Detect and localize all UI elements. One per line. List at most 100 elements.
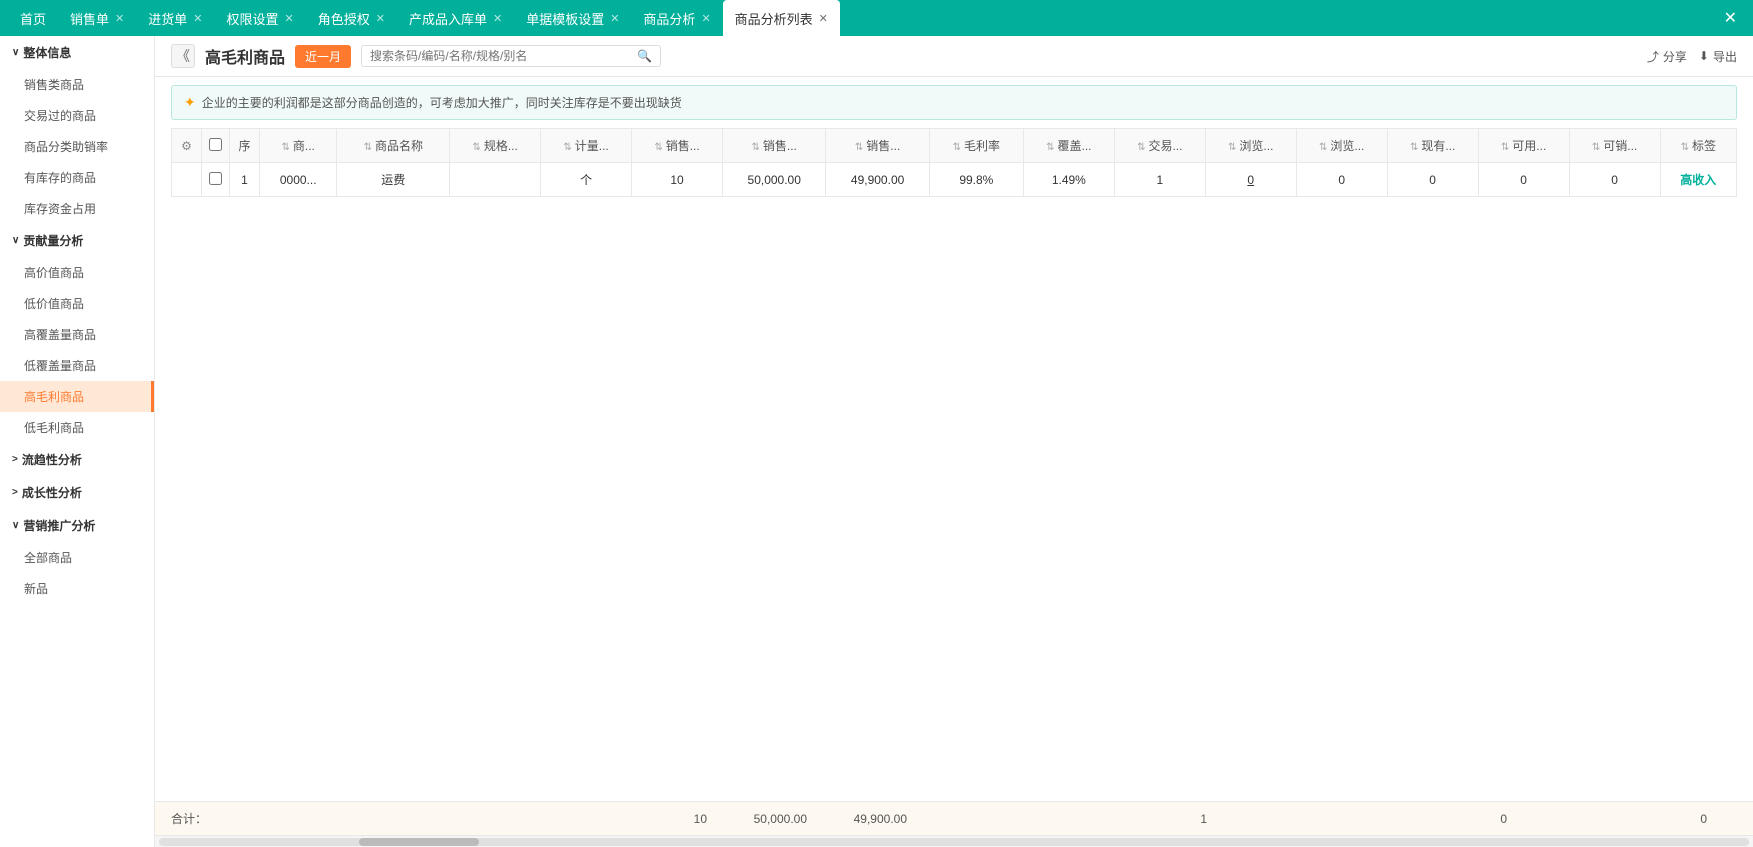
col-coverage[interactable]: 覆盖... xyxy=(1023,129,1114,163)
export-button[interactable]: ⬇ 导出 xyxy=(1699,48,1737,65)
arrow-marketing: ∨ xyxy=(12,520,19,531)
col-gross-rate[interactable]: 毛利率 xyxy=(929,129,1023,163)
footer-sales-cost: 49,900.00 xyxy=(827,812,907,826)
top-navigation: 首页 销售单 ✕ 进货单 ✕ 权限设置 ✕ 角色授权 ✕ 产成品入库单 ✕ 单据… xyxy=(0,0,1753,36)
select-all-checkbox[interactable] xyxy=(209,138,222,151)
content-header: 《 高毛利商品 近一月 🔍 ⤴ 分享 ⬇ 导出 xyxy=(155,36,1753,77)
col-available2[interactable]: 可用... xyxy=(1478,129,1569,163)
footer-trade: 1 xyxy=(1127,812,1207,826)
close-role-tab[interactable]: ✕ xyxy=(376,12,385,25)
col-sales-qty[interactable]: 销售... xyxy=(632,129,723,163)
window-close-button[interactable]: ✕ xyxy=(1716,8,1745,28)
scrollbar-thumb[interactable] xyxy=(359,838,479,846)
cell-code: 0000... xyxy=(260,163,337,197)
nav-product-storage[interactable]: 产成品入库单 ✕ xyxy=(397,0,514,36)
nav-purchase[interactable]: 进货单 ✕ xyxy=(136,0,214,36)
nav-template[interactable]: 单据模板设置 ✕ xyxy=(514,0,631,36)
col-code[interactable]: 商... xyxy=(260,129,337,163)
sidebar-collapse-button[interactable]: 《 xyxy=(171,44,195,68)
info-banner: ✦ 企业的主要的利润都是这部分商品创造的，可考虑加大推广，同时关注库存是不要出现… xyxy=(171,85,1737,120)
cell-tag: 高收入 xyxy=(1660,163,1736,197)
nav-product-analysis[interactable]: 商品分析 ✕ xyxy=(631,0,722,36)
sidebar-group-overall[interactable]: ∨ 整体信息 xyxy=(0,36,154,69)
cell-unit: 个 xyxy=(541,163,632,197)
sidebar-item-low-margin[interactable]: 低毛利商品 xyxy=(0,412,154,443)
col-gear[interactable]: ⚙ xyxy=(172,129,202,163)
search-input[interactable] xyxy=(370,49,637,63)
cell-saleable: 0 xyxy=(1569,163,1660,197)
sidebar-item-in-stock[interactable]: 有库存的商品 xyxy=(0,162,154,193)
scrollbar-track[interactable] xyxy=(159,838,1749,846)
share-button[interactable]: ⤴ 分享 xyxy=(1647,48,1687,65)
col-unit[interactable]: 计量... xyxy=(541,129,632,163)
sidebar-group-marketing[interactable]: ∨ 营销推广分析 xyxy=(0,509,154,542)
table-header-row: ⚙ 序 商... 商品名称 规格... 计量... 销售... 销售... 销售… xyxy=(172,129,1737,163)
arrow-contribution: ∨ xyxy=(12,235,19,246)
sidebar-item-high-value[interactable]: 高价值商品 xyxy=(0,257,154,288)
sidebar-item-low-coverage[interactable]: 低覆盖量商品 xyxy=(0,350,154,381)
footer-summary: 合计： 10 50,000.00 49,900.00 1 0 0 xyxy=(155,801,1753,835)
search-icon[interactable]: 🔍 xyxy=(637,49,652,63)
sidebar-group-trend[interactable]: > 流趋性分析 xyxy=(0,443,154,476)
search-box[interactable]: 🔍 xyxy=(361,45,661,67)
nav-sales[interactable]: 销售单 ✕ xyxy=(58,0,136,36)
sidebar-item-inventory-fund[interactable]: 库存资金占用 xyxy=(0,193,154,224)
col-num: 序 xyxy=(230,129,260,163)
col-checkbox-header[interactable] xyxy=(202,129,230,163)
sidebar-group-contribution[interactable]: ∨ 贡献量分析 xyxy=(0,224,154,257)
nav-permission[interactable]: 权限设置 ✕ xyxy=(214,0,305,36)
sidebar-item-traded-goods[interactable]: 交易过的商品 xyxy=(0,100,154,131)
cell-sales-cost: 49,900.00 xyxy=(826,163,929,197)
footer-sales-amt: 50,000.00 xyxy=(727,812,807,826)
nav-product-analysis-list[interactable]: 商品分析列表 ✕ xyxy=(723,0,840,36)
close-product-analysis-tab[interactable]: ✕ xyxy=(701,12,710,25)
info-icon: ✦ xyxy=(184,94,196,111)
sidebar-item-high-coverage[interactable]: 高覆盖量商品 xyxy=(0,319,154,350)
close-product-storage-tab[interactable]: ✕ xyxy=(493,12,502,25)
col-spec[interactable]: 规格... xyxy=(450,129,541,163)
cell-gross-rate: 99.8% xyxy=(929,163,1023,197)
sidebar: ∨ 整体信息 销售类商品 交易过的商品 商品分类助销率 有库存的商品 库存资金占… xyxy=(0,36,155,847)
cell-spec xyxy=(450,163,541,197)
close-purchase-tab[interactable]: ✕ xyxy=(193,12,202,25)
cell-browse2: 0 xyxy=(1296,163,1387,197)
sidebar-item-high-margin[interactable]: 高毛利商品 xyxy=(0,381,154,412)
filter-recent-month-button[interactable]: 近一月 xyxy=(295,45,351,68)
cell-browse1[interactable]: 0 xyxy=(1205,163,1296,197)
table-body: 1 0000... 运费 个 10 50,000.00 49,900.00 99… xyxy=(172,163,1737,197)
nav-role[interactable]: 角色授权 ✕ xyxy=(306,0,397,36)
close-product-analysis-list-tab[interactable]: ✕ xyxy=(819,12,828,25)
gear-icon[interactable]: ⚙ xyxy=(181,139,192,153)
close-sales-tab[interactable]: ✕ xyxy=(115,12,124,25)
arrow-growth: > xyxy=(12,487,18,498)
arrow-overall: ∨ xyxy=(12,47,19,58)
footer-available1: 0 xyxy=(1427,812,1507,826)
share-icon: ⤴ xyxy=(1647,48,1659,65)
cell-empty xyxy=(172,163,202,197)
row-checkbox[interactable] xyxy=(209,172,222,185)
sidebar-item-all-goods[interactable]: 全部商品 xyxy=(0,542,154,573)
sidebar-item-category-assist[interactable]: 商品分类助销率 xyxy=(0,131,154,162)
col-sales-cost[interactable]: 销售... xyxy=(826,129,929,163)
cell-checkbox[interactable] xyxy=(202,163,230,197)
col-available1[interactable]: 现有... xyxy=(1387,129,1478,163)
table-row: 1 0000... 运费 个 10 50,000.00 49,900.00 99… xyxy=(172,163,1737,197)
close-template-tab[interactable]: ✕ xyxy=(610,12,619,25)
arrow-trend: > xyxy=(12,454,18,465)
col-saleable[interactable]: 可销... xyxy=(1569,129,1660,163)
cell-available1: 0 xyxy=(1387,163,1478,197)
col-browse2[interactable]: 浏览... xyxy=(1296,129,1387,163)
close-permission-tab[interactable]: ✕ xyxy=(285,12,294,25)
cell-coverage: 1.49% xyxy=(1023,163,1114,197)
col-sales-amt[interactable]: 销售... xyxy=(723,129,826,163)
sidebar-item-sales-goods[interactable]: 销售类商品 xyxy=(0,69,154,100)
sidebar-item-new-goods[interactable]: 新品 xyxy=(0,573,154,604)
sidebar-item-low-value[interactable]: 低价值商品 xyxy=(0,288,154,319)
sidebar-group-growth[interactable]: > 成长性分析 xyxy=(0,476,154,509)
horizontal-scrollbar[interactable] xyxy=(155,835,1753,847)
col-name[interactable]: 商品名称 xyxy=(337,129,450,163)
col-tag[interactable]: 标签 xyxy=(1660,129,1736,163)
col-browse1[interactable]: 浏览... xyxy=(1205,129,1296,163)
nav-home[interactable]: 首页 xyxy=(8,0,58,36)
col-trade[interactable]: 交易... xyxy=(1114,129,1205,163)
